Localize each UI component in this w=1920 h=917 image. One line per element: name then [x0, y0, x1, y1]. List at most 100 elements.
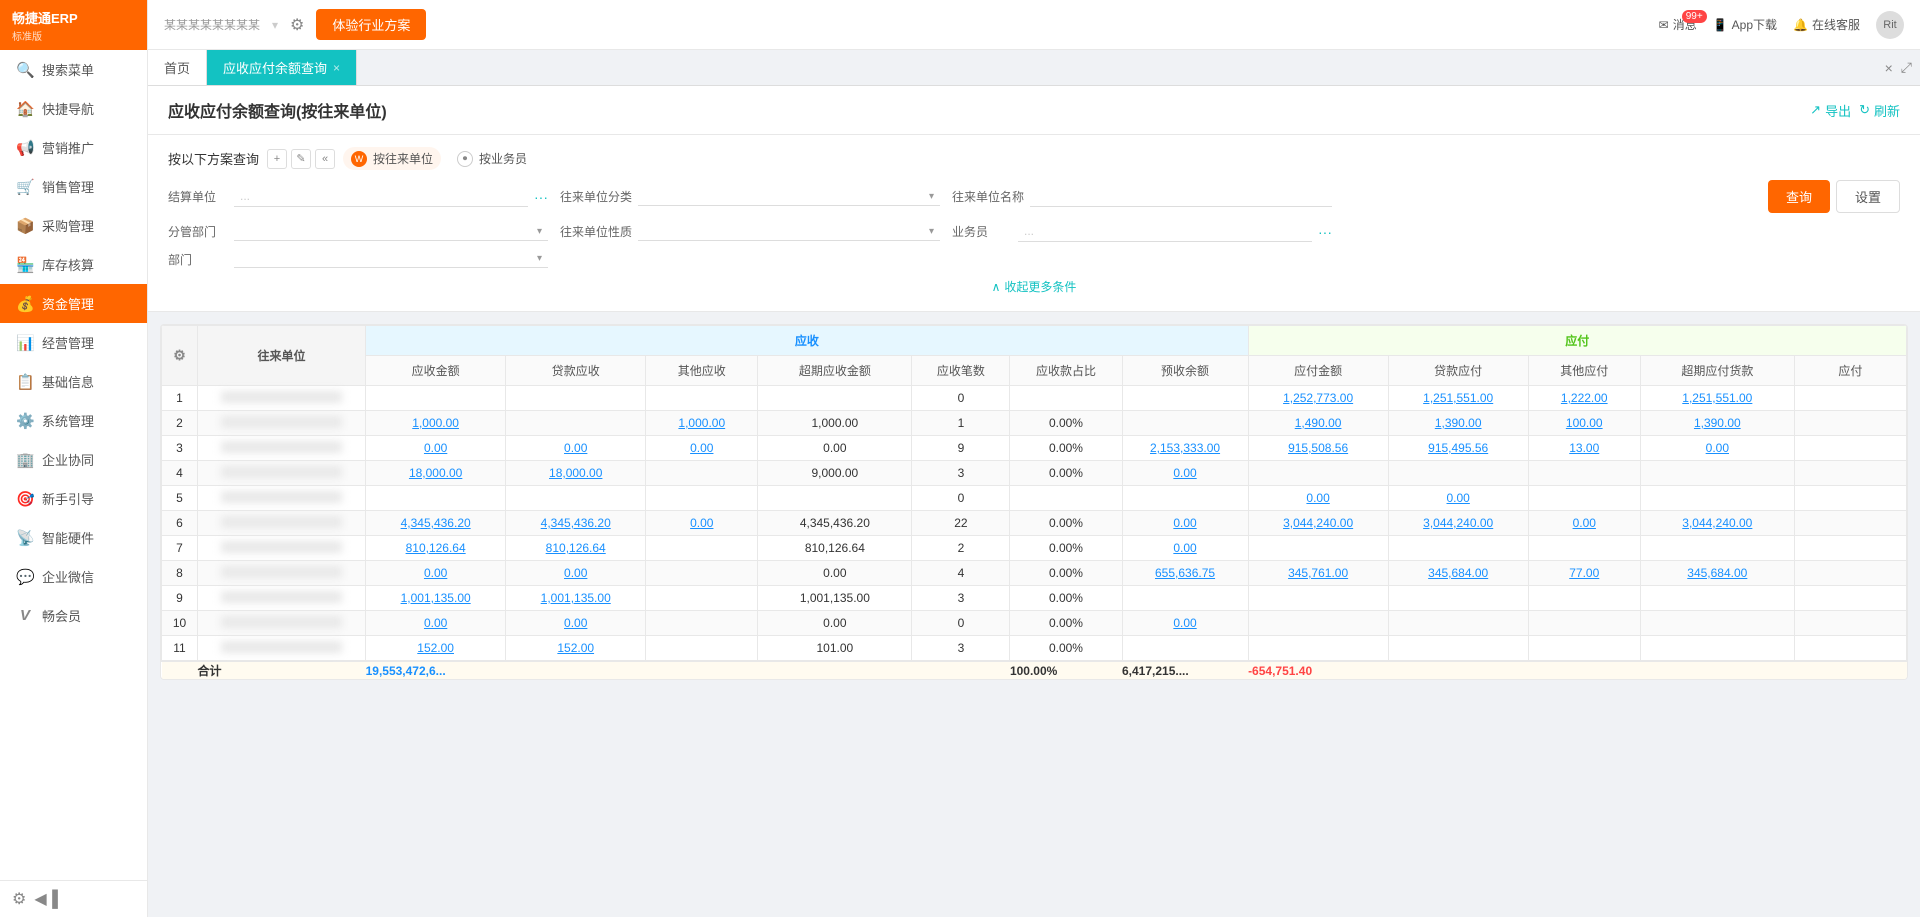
sidebar-item-system[interactable]: ⚙️ 系统管理 [0, 401, 147, 440]
cell-link[interactable]: 18,000.00 [549, 466, 602, 480]
cell-link[interactable]: 915,495.56 [1428, 441, 1488, 455]
cell-link[interactable]: 0.00 [1306, 491, 1329, 505]
window-expand-icon[interactable]: ⤢ [1901, 59, 1912, 76]
cell-link[interactable]: 0.00 [564, 566, 587, 580]
blurred-cell [221, 591, 342, 603]
cell-link[interactable]: 1,001,135.00 [541, 591, 611, 605]
tab-receivable[interactable]: 应收应付余额查询 × [207, 50, 357, 85]
partner-category-dropdown[interactable]: ▾ [638, 188, 940, 206]
cell-link[interactable]: 0.00 [424, 616, 447, 630]
cell-link[interactable]: 345,761.00 [1288, 566, 1348, 580]
solution-button[interactable]: 体验行业方案 [316, 9, 426, 40]
export-button[interactable]: ↗ 导出 [1810, 101, 1851, 120]
cell-link[interactable]: 0.00 [1173, 466, 1196, 480]
sidebar-item-sales[interactable]: 🛒 销售管理 [0, 167, 147, 206]
cell-link[interactable]: 1,490.00 [1295, 416, 1342, 430]
cell-link[interactable]: 18,000.00 [409, 466, 462, 480]
sidebar-item-hardware[interactable]: 📡 智能硬件 [0, 518, 147, 557]
cell-link[interactable]: 152.00 [557, 641, 594, 655]
cell-link[interactable]: 1,001,135.00 [401, 591, 471, 605]
sidebar-item-inventory[interactable]: 🏪 库存核算 [0, 245, 147, 284]
partner-nature-dropdown[interactable]: ▾ [638, 223, 940, 241]
sidebar-item-marketing[interactable]: 📢 营销推广 [0, 128, 147, 167]
sidebar-item-business[interactable]: 📊 经营管理 [0, 323, 147, 362]
cell-link[interactable]: 0.00 [690, 441, 713, 455]
cell-link[interactable]: 0.00 [1573, 516, 1596, 530]
add-scheme-button[interactable]: + [267, 149, 287, 169]
sidebar-item-wechat[interactable]: 💬 企业微信 [0, 557, 147, 596]
sidebar-item-guide[interactable]: 🎯 新手引导 [0, 479, 147, 518]
cell-link[interactable]: 0.00 [424, 566, 447, 580]
cell-link[interactable]: 3,044,240.00 [1283, 516, 1353, 530]
sidebar-item-search[interactable]: 🔍 搜索菜单 [0, 50, 147, 89]
cell-link[interactable]: 1,000.00 [678, 416, 725, 430]
settlement-unit-dots[interactable]: ··· [534, 189, 548, 205]
cell-link[interactable]: 0.00 [424, 441, 447, 455]
sidebar-collapse-button[interactable]: ◀▐ [34, 889, 58, 909]
cell-link[interactable]: 1,000.00 [412, 416, 459, 430]
cell-link[interactable]: 1,390.00 [1694, 416, 1741, 430]
cell-link[interactable]: 915,508.56 [1288, 441, 1348, 455]
user-avatar[interactable]: Rit [1876, 11, 1904, 39]
cell-link[interactable]: 4,345,436.20 [541, 516, 611, 530]
recv-overdue-cell [758, 386, 912, 411]
partner-name-input[interactable] [1030, 186, 1332, 207]
cell-link[interactable]: 1,251,551.00 [1423, 391, 1493, 405]
cell-link[interactable]: 345,684.00 [1428, 566, 1488, 580]
scheme-by-salesperson[interactable]: ⏺ 按业务员 [449, 147, 535, 170]
message-button[interactable]: ✉ 消息 99+ [1659, 16, 1697, 33]
cell-link[interactable]: 100.00 [1566, 416, 1603, 430]
salesperson-dots[interactable]: ··· [1318, 224, 1332, 240]
sidebar-item-finance[interactable]: 💰 资金管理 [0, 284, 147, 323]
cell-link[interactable]: 77.00 [1569, 566, 1599, 580]
cell-link[interactable]: 0.00 [1706, 441, 1729, 455]
query-button[interactable]: 查询 [1768, 180, 1830, 213]
collapse-more-button[interactable]: ∧ 收起更多条件 [168, 274, 1900, 299]
cell-link[interactable]: 1,390.00 [1435, 416, 1482, 430]
header-settings-icon[interactable]: ⚙ [290, 15, 304, 35]
table-wrapper: ⚙ 往来单位 应收 应付 应收金额 贷款应收 其他应收 超期应收金额 应收笔数 … [160, 324, 1908, 680]
settings-button[interactable]: 设置 [1836, 180, 1900, 213]
cell-link[interactable]: 152.00 [417, 641, 454, 655]
cell-link[interactable]: 1,251,551.00 [1682, 391, 1752, 405]
cell-link[interactable]: 0.00 [564, 441, 587, 455]
cell-link[interactable]: 810,126.64 [406, 541, 466, 555]
dept-supervisor-dropdown[interactable]: ▾ [234, 223, 548, 241]
cell-link[interactable]: 810,126.64 [546, 541, 606, 555]
cell-link[interactable]: 0.00 [1447, 491, 1470, 505]
sidebar-item-basic[interactable]: 📋 基础信息 [0, 362, 147, 401]
sidebar-item-purchase[interactable]: 📦 采购管理 [0, 206, 147, 245]
sidebar-settings-button[interactable]: ⚙ [12, 889, 26, 909]
window-close-icon[interactable]: × [1885, 60, 1893, 76]
cell-link[interactable]: 0.00 [1173, 516, 1196, 530]
cell-link[interactable]: 0.00 [1173, 541, 1196, 555]
sidebar-item-corp[interactable]: 🏢 企业协同 [0, 440, 147, 479]
cell-link[interactable]: 3,044,240.00 [1682, 516, 1752, 530]
cell-link[interactable]: 655,636.75 [1155, 566, 1215, 580]
salesperson-input[interactable]: ... [1018, 221, 1312, 242]
scheme-by-partner[interactable]: W 按往来单位 [343, 147, 441, 170]
sidebar-item-quick-nav[interactable]: 🏠 快捷导航 [0, 89, 147, 128]
collapse-scheme-button[interactable]: « [315, 149, 335, 169]
cell-link[interactable]: 0.00 [564, 616, 587, 630]
sidebar-item-member[interactable]: V 畅会员 [0, 596, 147, 635]
footer-recv-overdue-cell [758, 661, 912, 679]
cell-link[interactable]: 13.00 [1569, 441, 1599, 455]
cell-link[interactable]: 0.00 [1173, 616, 1196, 630]
tab-home[interactable]: 首页 [148, 50, 207, 85]
online-service-button[interactable]: 🔔 在线客服 [1793, 16, 1860, 33]
table-settings-icon[interactable]: ⚙ [173, 347, 186, 363]
edit-scheme-button[interactable]: ✎ [291, 149, 311, 169]
cell-link[interactable]: 345,684.00 [1687, 566, 1747, 580]
app-download-button[interactable]: 📱 App下载 [1713, 16, 1777, 33]
cell-link[interactable]: 0.00 [690, 516, 713, 530]
tab-close-icon[interactable]: × [333, 61, 340, 75]
cell-link[interactable]: 2,153,333.00 [1150, 441, 1220, 455]
cell-link[interactable]: 4,345,436.20 [401, 516, 471, 530]
cell-link[interactable]: 3,044,240.00 [1423, 516, 1493, 530]
settlement-unit-input[interactable]: ... [234, 186, 528, 207]
cell-link[interactable]: 1,252,773.00 [1283, 391, 1353, 405]
department-dropdown[interactable]: ▾ [234, 250, 548, 268]
refresh-button[interactable]: ↻ 刷新 [1859, 101, 1900, 120]
cell-link[interactable]: 1,222.00 [1561, 391, 1608, 405]
